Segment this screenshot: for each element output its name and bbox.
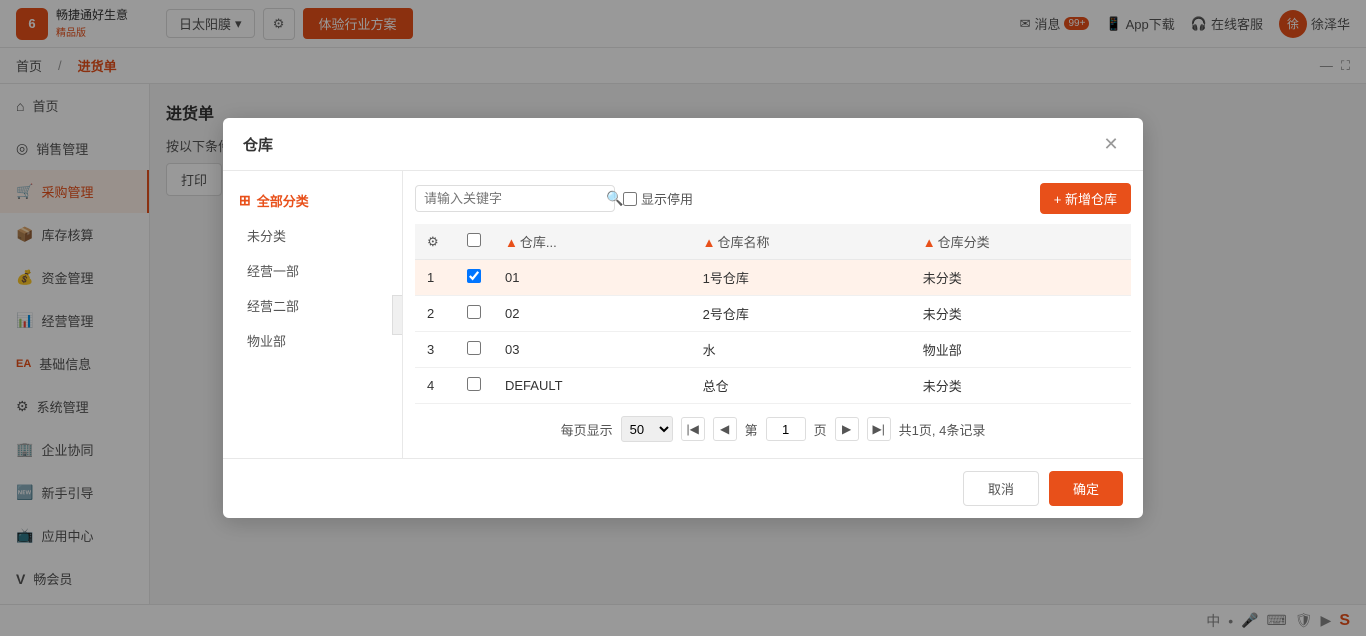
row-checkbox[interactable] (455, 368, 493, 404)
show-disabled-checkbox[interactable] (623, 192, 637, 206)
warehouse-table: ⚙ ▲仓库... ▲仓库名称 ▲仓库分类 1 01 1号仓库 未分类 2 02 (415, 224, 1131, 404)
row-checkbox[interactable] (455, 332, 493, 368)
page-number-input[interactable] (766, 417, 806, 441)
row-no: 3 (415, 332, 455, 368)
row-no: 4 (415, 368, 455, 404)
modal-title: 仓库 (243, 134, 273, 155)
row-select-checkbox[interactable] (467, 269, 481, 283)
col-category: ▲仓库分类 (911, 224, 1131, 260)
collapse-panel-button[interactable]: 《 (392, 295, 403, 335)
table-container: ⚙ ▲仓库... ▲仓库名称 ▲仓库分类 1 01 1号仓库 未分类 2 02 (415, 224, 1131, 404)
first-page-button[interactable]: |◀ (681, 417, 705, 441)
table-row[interactable]: 4 DEFAULT 总仓 未分类 (415, 368, 1131, 404)
row-no: 2 (415, 296, 455, 332)
row-select-checkbox[interactable] (467, 341, 481, 355)
pagination: 每页显示 50 10 20 100 |◀ ◀ 第 页 ▶ ▶| 共1页, 4条记… (415, 404, 1131, 446)
sort-icon-name: ▲ (703, 235, 716, 250)
row-checkbox[interactable] (455, 260, 493, 296)
prev-page-button[interactable]: ◀ (713, 417, 737, 441)
row-category: 未分类 (911, 368, 1131, 404)
table-toolbar: 🔍 显示停用 + 新增仓库 (415, 183, 1131, 214)
row-category: 未分类 (911, 260, 1131, 296)
modal-body: ⊞ 全部分类 未分类 经营一部 经营二部 物业部 《 🔍 (223, 171, 1143, 458)
row-select-checkbox[interactable] (467, 377, 481, 391)
all-category[interactable]: ⊞ 全部分类 (223, 183, 402, 218)
category-item-2[interactable]: 经营二部 (223, 288, 402, 323)
category-item-1[interactable]: 经营一部 (223, 253, 402, 288)
search-input[interactable] (424, 191, 600, 206)
search-icon[interactable]: 🔍 (606, 190, 623, 207)
modal-overlay: 仓库 ✕ ⊞ 全部分类 未分类 经营一部 经营二部 物业部 《 (0, 0, 1366, 636)
table-panel: 🔍 显示停用 + 新增仓库 ⚙ (403, 171, 1143, 458)
row-no: 1 (415, 260, 455, 296)
modal-footer: 取消 确定 (223, 458, 1143, 518)
category-panel: ⊞ 全部分类 未分类 经营一部 经营二部 物业部 《 (223, 171, 403, 458)
sort-icon-code: ▲ (505, 235, 518, 250)
last-page-button[interactable]: ▶| (867, 417, 891, 441)
modal-header: 仓库 ✕ (223, 118, 1143, 171)
table-row[interactable]: 2 02 2号仓库 未分类 (415, 296, 1131, 332)
col-code: ▲仓库... (493, 224, 691, 260)
row-code: 01 (493, 260, 691, 296)
sort-icon-category: ▲ (923, 235, 936, 250)
warehouse-modal: 仓库 ✕ ⊞ 全部分类 未分类 经营一部 经营二部 物业部 《 (223, 118, 1143, 518)
category-item-0[interactable]: 未分类 (223, 218, 402, 253)
row-checkbox[interactable] (455, 296, 493, 332)
table-header-row: ⚙ ▲仓库... ▲仓库名称 ▲仓库分类 (415, 224, 1131, 260)
row-name: 2号仓库 (691, 296, 911, 332)
per-page-select[interactable]: 50 10 20 100 (621, 416, 673, 442)
cancel-button[interactable]: 取消 (963, 471, 1039, 506)
row-name: 水 (691, 332, 911, 368)
col-checkbox (455, 224, 493, 260)
table-row[interactable]: 1 01 1号仓库 未分类 (415, 260, 1131, 296)
col-settings: ⚙ (415, 224, 455, 260)
category-item-3[interactable]: 物业部 (223, 323, 402, 358)
next-page-button[interactable]: ▶ (835, 417, 859, 441)
search-box: 🔍 (415, 185, 615, 212)
table-row[interactable]: 3 03 水 物业部 (415, 332, 1131, 368)
confirm-button[interactable]: 确定 (1049, 471, 1123, 506)
row-code: 02 (493, 296, 691, 332)
row-code: DEFAULT (493, 368, 691, 404)
row-name: 总仓 (691, 368, 911, 404)
row-category: 物业部 (911, 332, 1131, 368)
row-code: 03 (493, 332, 691, 368)
row-select-checkbox[interactable] (467, 305, 481, 319)
row-name: 1号仓库 (691, 260, 911, 296)
select-all-checkbox[interactable] (467, 233, 481, 247)
close-icon[interactable]: ✕ (1099, 132, 1123, 156)
grid-icon: ⊞ (239, 192, 251, 209)
row-category: 未分类 (911, 296, 1131, 332)
add-warehouse-button[interactable]: + 新增仓库 (1040, 183, 1131, 214)
show-disabled-label[interactable]: 显示停用 (623, 189, 693, 208)
col-name: ▲仓库名称 (691, 224, 911, 260)
